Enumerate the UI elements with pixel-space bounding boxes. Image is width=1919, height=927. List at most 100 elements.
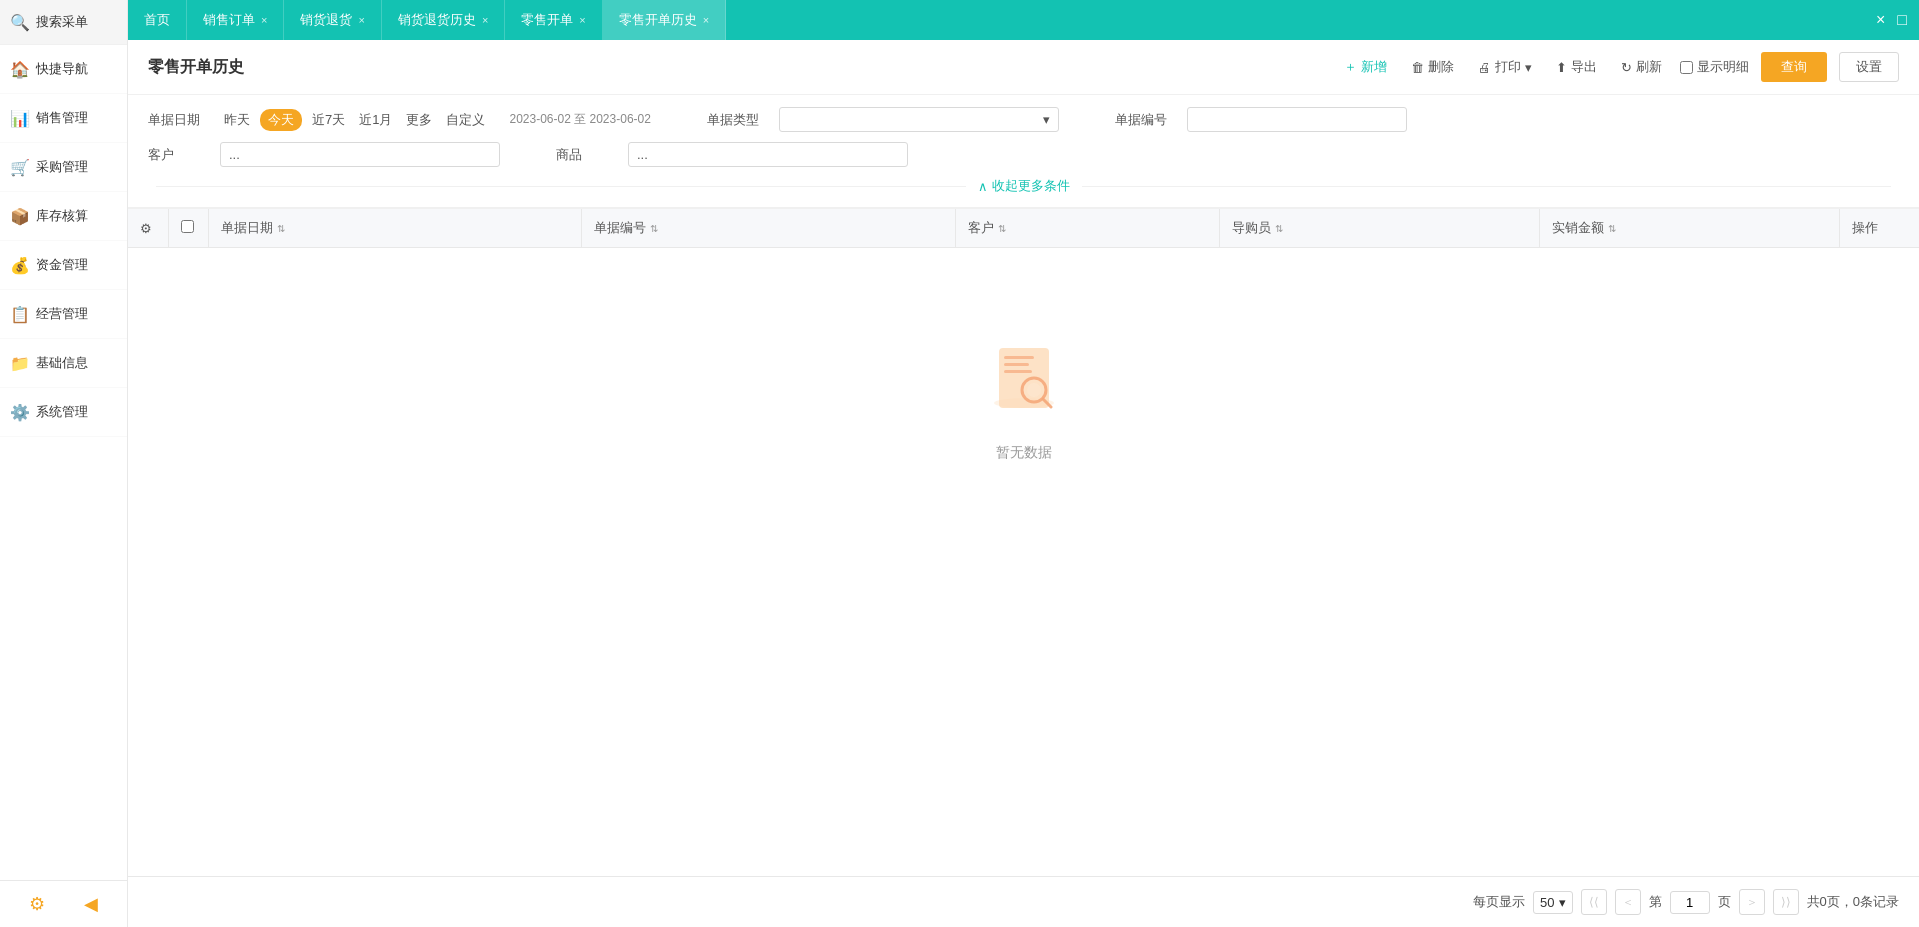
date-opt-custom[interactable]: 自定义 xyxy=(442,109,489,131)
add-label: 新增 xyxy=(1361,58,1387,76)
sort-date[interactable]: 单据日期 ⇅ xyxy=(221,219,570,237)
delete-label: 删除 xyxy=(1428,58,1454,76)
page-size-value: 50 xyxy=(1540,895,1554,910)
empty-state: 暂无数据 xyxy=(128,248,1919,542)
refresh-button[interactable]: ↻ 刷新 xyxy=(1615,54,1668,80)
sidebar-item-sales-mgmt[interactable]: 📊 销售管理 xyxy=(0,94,127,143)
tab-sales-return-history-close[interactable]: × xyxy=(482,14,488,26)
folder-icon: 📁 xyxy=(10,353,30,373)
page-header: 零售开单历史 ＋ 新增 🗑 删除 🖨 打印 ▾ ⬆ 导出 ↻ 刷新 xyxy=(128,40,1919,95)
col-settings[interactable]: ⚙ xyxy=(128,209,168,248)
print-button[interactable]: 🖨 打印 ▾ xyxy=(1472,54,1538,80)
date-range-display: 2023-06-02 至 2023-06-02 xyxy=(509,111,650,128)
display-toggle[interactable]: 显示明细 xyxy=(1680,58,1749,76)
prev-page-button[interactable]: ＜ xyxy=(1615,889,1641,915)
query-button[interactable]: 查询 xyxy=(1761,52,1827,82)
date-label: 单据日期 xyxy=(148,111,204,129)
tabs-close-icon[interactable]: × xyxy=(1876,11,1885,29)
goods-label: 商品 xyxy=(556,146,612,164)
goods-select[interactable]: ... xyxy=(628,142,908,167)
date-opt-1month[interactable]: 近1月 xyxy=(355,109,396,131)
page-label: 第 xyxy=(1649,893,1662,911)
col-guide-label: 导购员 xyxy=(1232,219,1271,237)
tab-retail-open[interactable]: 零售开单 × xyxy=(505,0,602,40)
tab-sales-return[interactable]: 销货退货 × xyxy=(284,0,381,40)
date-opt-7days[interactable]: 近7天 xyxy=(308,109,349,131)
svg-rect-3 xyxy=(1004,363,1029,366)
empty-text: 暂无数据 xyxy=(996,444,1052,462)
sidebar-search[interactable]: 🔍 搜索采单 xyxy=(0,0,127,45)
tab-retail-open-close[interactable]: × xyxy=(579,14,585,26)
sidebar-item-inventory[interactable]: 📦 库存核算 xyxy=(0,192,127,241)
data-table: ⚙ 单据日期 ⇅ 单据编号 ⇅ xyxy=(128,209,1919,248)
sidebar-item-quick-nav[interactable]: 🏠 快捷导航 xyxy=(0,45,127,94)
collapse-sidebar-icon[interactable]: ◀ xyxy=(84,893,98,915)
table-header: ⚙ 单据日期 ⇅ 单据编号 ⇅ xyxy=(128,209,1919,248)
tab-sales-return-history-label: 销货退货历史 xyxy=(398,11,476,29)
tab-retail-open-history-close[interactable]: × xyxy=(703,14,709,26)
page-size-select[interactable]: 50 ▾ xyxy=(1533,891,1572,914)
collapse-bar[interactable]: ∧ 收起更多条件 xyxy=(148,177,1899,195)
filter-settings-button[interactable]: 设置 xyxy=(1839,52,1899,82)
last-page-button[interactable]: ⟩⟩ xyxy=(1773,889,1799,915)
tab-home-label: 首页 xyxy=(144,11,170,29)
export-label: 导出 xyxy=(1571,58,1597,76)
date-opt-yesterday[interactable]: 昨天 xyxy=(220,109,254,131)
sort-guide[interactable]: 导购员 ⇅ xyxy=(1232,219,1526,237)
select-all-checkbox[interactable] xyxy=(181,220,194,233)
svg-point-7 xyxy=(1027,383,1041,397)
svg-rect-2 xyxy=(1004,356,1034,359)
tab-sales-order-close[interactable]: × xyxy=(261,14,267,26)
filter-row-2: 客户 ... 商品 ... xyxy=(148,142,1899,167)
first-page-button[interactable]: ⟨⟨ xyxy=(1581,889,1607,915)
number-input[interactable] xyxy=(1187,107,1407,132)
sidebar-item-label: 经营管理 xyxy=(36,305,88,323)
collapse-up-icon: ∧ xyxy=(978,179,988,194)
display-toggle-checkbox[interactable] xyxy=(1680,61,1693,74)
collapse-divider-left xyxy=(156,186,966,187)
collapse-label: 收起更多条件 xyxy=(992,177,1070,195)
sort-number[interactable]: 单据编号 ⇅ xyxy=(594,219,943,237)
add-button[interactable]: ＋ 新增 xyxy=(1338,54,1393,80)
customer-select[interactable]: ... xyxy=(220,142,500,167)
filter-area: 单据日期 昨天 今天 近7天 近1月 更多 自定义 2023-06-02 至 2… xyxy=(128,95,1919,208)
main-content: 首页 销售订单 × 销货退货 × 销货退货历史 × 零售开单 × 零售开单历史 … xyxy=(128,0,1919,927)
tab-retail-open-history[interactable]: 零售开单历史 × xyxy=(603,0,726,40)
delete-icon: 🗑 xyxy=(1411,60,1424,75)
next-page-button[interactable]: ＞ xyxy=(1739,889,1765,915)
settings-bottom-icon[interactable]: ⚙ xyxy=(29,893,45,915)
date-opt-today[interactable]: 今天 xyxy=(260,109,302,131)
sidebar-item-sys-mgmt[interactable]: ⚙️ 系统管理 xyxy=(0,388,127,437)
page-number-input[interactable] xyxy=(1670,891,1710,914)
tab-sales-return-close[interactable]: × xyxy=(358,14,364,26)
tab-sales-return-history[interactable]: 销货退货历史 × xyxy=(382,0,505,40)
sidebar-item-basic-info[interactable]: 📁 基础信息 xyxy=(0,339,127,388)
type-select[interactable]: ▾ xyxy=(779,107,1059,132)
money-icon: 💰 xyxy=(10,255,30,275)
delete-button[interactable]: 🗑 删除 xyxy=(1405,54,1460,80)
tabs-right-controls: × □ xyxy=(1864,11,1919,29)
sort-amount[interactable]: 实销金额 ⇅ xyxy=(1552,219,1827,237)
tabs-window-icon[interactable]: □ xyxy=(1897,11,1907,29)
print-chevron-icon: ▾ xyxy=(1525,60,1532,75)
sidebar-item-operations[interactable]: 📋 经营管理 xyxy=(0,290,127,339)
sidebar-item-purchase-mgmt[interactable]: 🛒 采购管理 xyxy=(0,143,127,192)
table-container: ⚙ 单据日期 ⇅ 单据编号 ⇅ xyxy=(128,208,1919,876)
page-size-chevron-icon: ▾ xyxy=(1559,895,1566,910)
sidebar-item-finance[interactable]: 💰 资金管理 xyxy=(0,241,127,290)
tab-sales-order-label: 销售订单 xyxy=(203,11,255,29)
tab-home[interactable]: 首页 xyxy=(128,0,187,40)
col-actions: 操作 xyxy=(1839,209,1919,248)
customer-select-value: ... xyxy=(229,147,240,162)
sidebar-item-label: 快捷导航 xyxy=(36,60,88,78)
date-opt-more[interactable]: 更多 xyxy=(402,109,436,131)
export-button[interactable]: ⬆ 导出 xyxy=(1550,54,1603,80)
tab-sales-order[interactable]: 销售订单 × xyxy=(187,0,284,40)
toolbar: ＋ 新增 🗑 删除 🖨 打印 ▾ ⬆ 导出 ↻ 刷新 显示明细 xyxy=(1338,52,1899,82)
page-title: 零售开单历史 xyxy=(148,57,244,78)
tab-retail-open-label: 零售开单 xyxy=(521,11,573,29)
sort-customer[interactable]: 客户 ⇅ xyxy=(968,219,1208,237)
col-guide: 导购员 ⇅ xyxy=(1220,209,1539,248)
sidebar-bottom: ⚙ ◀ xyxy=(0,880,127,927)
collapse-divider-right xyxy=(1082,186,1892,187)
